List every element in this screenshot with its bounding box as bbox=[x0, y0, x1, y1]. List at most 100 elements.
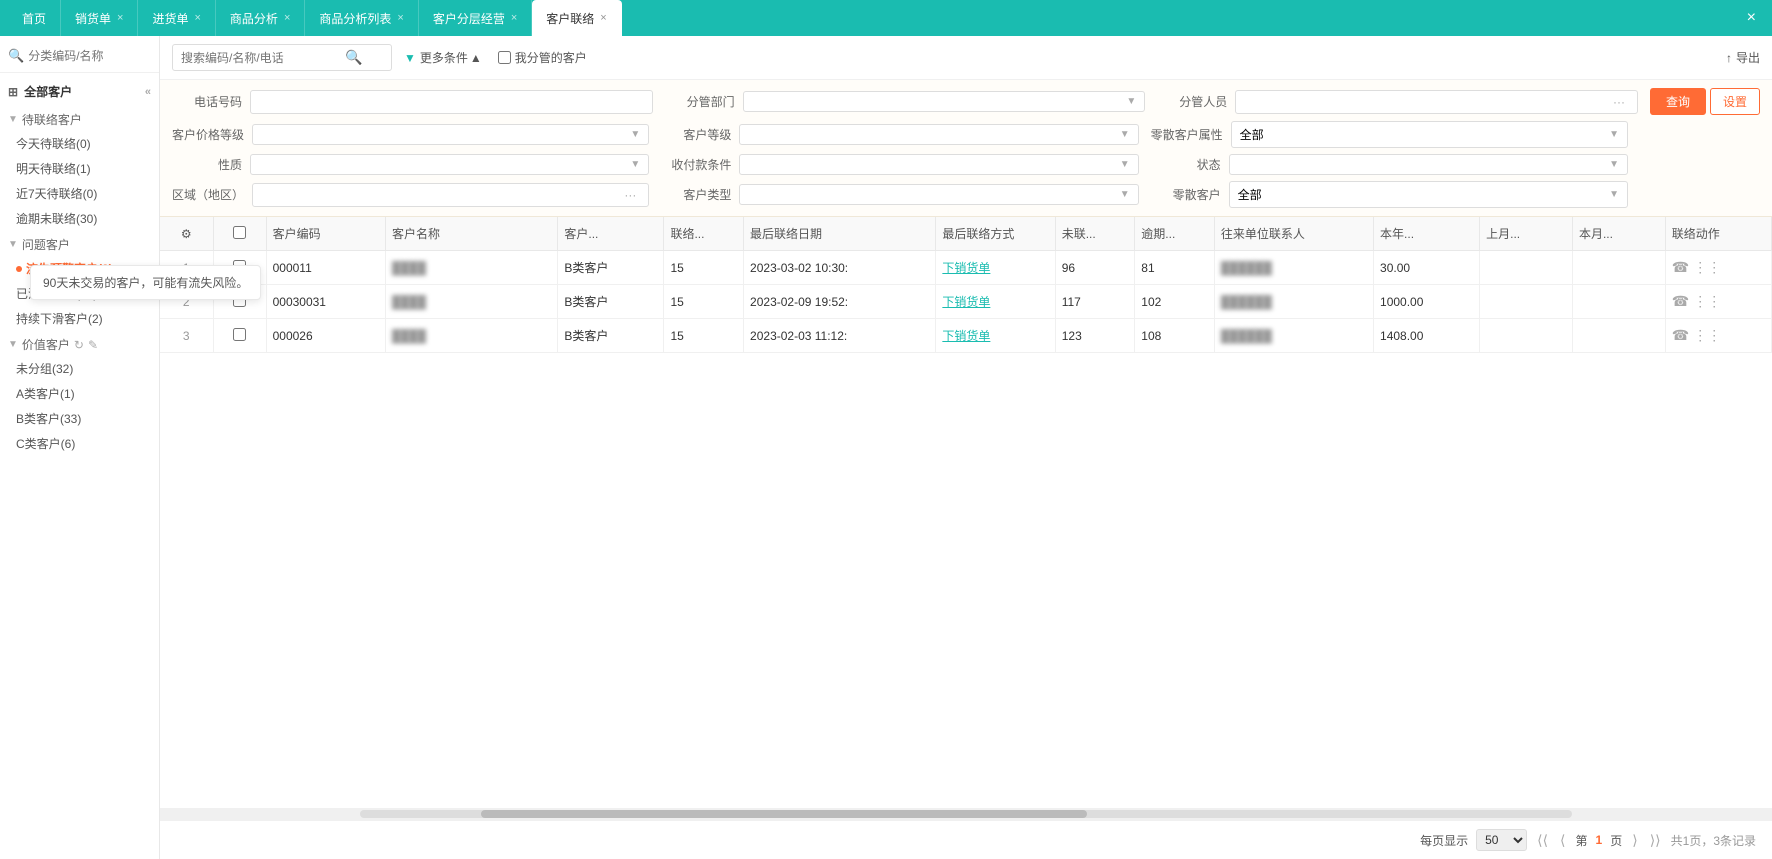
settings-button[interactable]: 设置 bbox=[1710, 88, 1760, 115]
pagination-next[interactable]: ⟩ bbox=[1630, 832, 1639, 849]
th-uncontact: 未联... bbox=[1055, 217, 1135, 251]
sidebar-item-today[interactable]: 今天待联络(0) bbox=[0, 131, 159, 156]
th-method: 最后联络方式 bbox=[936, 217, 1055, 251]
region-select[interactable]: ··· bbox=[252, 183, 649, 207]
tab-sales[interactable]: 销货单 × bbox=[61, 0, 138, 36]
sidebar-item-tomorrow[interactable]: 明天待联络(1) bbox=[0, 156, 159, 181]
scroll-thumb[interactable] bbox=[481, 810, 1087, 818]
tab-close-analysis[interactable]: × bbox=[284, 12, 290, 24]
cell-action: ☎ ⋮⋮ bbox=[1665, 285, 1771, 319]
advanced-filter: 电话号码 分管部门 ▼ 分管人员 ··· bbox=[160, 80, 1772, 217]
tab-customer-layer[interactable]: 客户分层经营 × bbox=[419, 0, 532, 36]
zero-customer-chevron-icon: ▼ bbox=[1609, 189, 1619, 200]
sidebar-item-class-c[interactable]: C类客户(6) bbox=[0, 431, 159, 456]
value-edit-icon[interactable]: ✎ bbox=[88, 338, 98, 352]
sidebar-item-7days[interactable]: 近7天待联络(0) bbox=[0, 181, 159, 206]
sidebar-item-class-b[interactable]: B类客户(33) bbox=[0, 406, 159, 431]
action-contact-icon[interactable]: ☎ bbox=[1672, 327, 1689, 344]
horizontal-scrollbar[interactable] bbox=[160, 808, 1772, 820]
cell-overdue: 108 bbox=[1135, 319, 1215, 353]
cell-name: ████ bbox=[385, 285, 557, 319]
payment-select[interactable]: ▼ bbox=[739, 154, 1138, 175]
pagination-next-last[interactable]: ⟩⟩ bbox=[1648, 832, 1663, 849]
tab-close-customer-contact[interactable]: × bbox=[600, 12, 606, 24]
cell-name: ████ bbox=[385, 251, 557, 285]
export-icon: ↑ bbox=[1726, 51, 1732, 65]
th-settings[interactable]: ⚙ bbox=[160, 217, 213, 251]
sidebar-item-declining[interactable]: 持续下滑客户(2) bbox=[0, 306, 159, 331]
action-contact-icon[interactable]: ☎ bbox=[1672, 259, 1689, 276]
my-customers-filter[interactable]: 我分管的客户 bbox=[498, 49, 587, 66]
tab-purchase[interactable]: 进货单 × bbox=[138, 0, 215, 36]
cell-method[interactable]: 下销货单 bbox=[936, 285, 1055, 319]
th-thismonth: 本月... bbox=[1572, 217, 1665, 251]
pagination-prev[interactable]: ⟨ bbox=[1558, 832, 1567, 849]
filter-region: 区域（地区） ··· bbox=[172, 183, 649, 207]
cell-uncontact: 117 bbox=[1055, 285, 1135, 319]
sidebar-item-class-a[interactable]: A类客户(1) bbox=[0, 381, 159, 406]
customer-level-select[interactable]: ▼ bbox=[739, 124, 1138, 145]
search-input[interactable] bbox=[181, 51, 341, 65]
customer-type-select[interactable]: ▼ bbox=[739, 184, 1138, 205]
section-value[interactable]: ▼ 价值客户 ↻ ✎ bbox=[0, 331, 159, 356]
tab-customer-contact[interactable]: 客户联络 × bbox=[532, 0, 621, 36]
filter-icon: ▼ bbox=[404, 51, 416, 65]
section-problem[interactable]: ▼ 问题客户 bbox=[0, 231, 159, 256]
pagination-prev-first[interactable]: ⟨⟨ bbox=[1535, 832, 1550, 849]
cell-code: 000026 bbox=[266, 319, 385, 353]
more-conditions-button[interactable]: ▼ 更多条件 ▲ bbox=[404, 49, 482, 66]
window-close-button[interactable]: × bbox=[1739, 5, 1764, 31]
tab-close-analysis-list[interactable]: × bbox=[397, 12, 403, 24]
search-button[interactable]: 🔍 bbox=[345, 49, 362, 66]
cell-overdue: 102 bbox=[1135, 285, 1215, 319]
cell-checkbox[interactable] bbox=[213, 319, 266, 353]
person-select[interactable]: ··· bbox=[1235, 90, 1638, 114]
sidebar-search-icon: 🔍 bbox=[8, 48, 24, 64]
zero-customer-select[interactable]: 全部 ▼ bbox=[1229, 181, 1628, 208]
action-more-icon[interactable]: ⋮⋮ bbox=[1693, 327, 1721, 344]
per-page-select[interactable]: 50 100 200 bbox=[1476, 829, 1527, 851]
section-pending[interactable]: ▼ 待联络客户 bbox=[0, 106, 159, 131]
action-more-icon[interactable]: ⋮⋮ bbox=[1693, 259, 1721, 276]
filter-phone: 电话号码 bbox=[172, 90, 653, 114]
tab-close-customer-layer[interactable]: × bbox=[511, 12, 517, 24]
tab-home[interactable]: 首页 bbox=[8, 0, 61, 36]
tab-close-purchase[interactable]: × bbox=[194, 12, 200, 24]
price-level-select[interactable]: ▼ bbox=[252, 124, 649, 145]
region-dots[interactable]: ··· bbox=[620, 188, 640, 202]
table-settings-icon[interactable]: ⚙ bbox=[181, 227, 192, 241]
zero-attr-select[interactable]: 全部 ▼ bbox=[1231, 121, 1628, 148]
cell-method[interactable]: 下销货单 bbox=[936, 251, 1055, 285]
th-overdue: 逾期... bbox=[1135, 217, 1215, 251]
export-button[interactable]: ↑ 导出 bbox=[1726, 49, 1760, 66]
phone-input[interactable] bbox=[250, 90, 653, 114]
churn-tooltip: 90天未交易的客户，可能有流失风险。 bbox=[30, 265, 261, 300]
tab-close-sales[interactable]: × bbox=[117, 12, 123, 24]
nature-select[interactable]: ▼ bbox=[250, 154, 649, 175]
person-dots[interactable]: ··· bbox=[1609, 95, 1629, 109]
value-refresh-icon[interactable]: ↻ bbox=[74, 338, 84, 352]
action-more-icon[interactable]: ⋮⋮ bbox=[1693, 293, 1721, 310]
customer-level-chevron-icon: ▼ bbox=[1120, 129, 1130, 140]
scroll-track bbox=[360, 810, 1572, 818]
select-all-checkbox[interactable] bbox=[233, 226, 246, 239]
action-contact-icon[interactable]: ☎ bbox=[1672, 293, 1689, 310]
my-customers-checkbox[interactable] bbox=[498, 51, 511, 64]
th-checkbox[interactable] bbox=[213, 217, 266, 251]
th-name: 客户名称 bbox=[385, 217, 557, 251]
cell-liaison: ██████ bbox=[1214, 285, 1373, 319]
status-select[interactable]: ▼ bbox=[1229, 154, 1628, 175]
sidebar-item-overdue[interactable]: 逾期未联络(30) bbox=[0, 206, 159, 231]
cell-thisyear: 1408.00 bbox=[1374, 319, 1480, 353]
filter-row-1: 电话号码 分管部门 ▼ 分管人员 ··· bbox=[172, 88, 1760, 115]
tab-analysis-list[interactable]: 商品分析列表 × bbox=[305, 0, 418, 36]
table-row: 1 000011 ████ B类客户 15 2023-03-02 10:30: … bbox=[160, 251, 1772, 285]
query-button[interactable]: 查询 bbox=[1650, 88, 1706, 115]
cell-method[interactable]: 下销货单 bbox=[936, 319, 1055, 353]
sidebar-item-ungrouped[interactable]: 未分组(32) bbox=[0, 356, 159, 381]
sidebar-search-input[interactable] bbox=[28, 49, 151, 63]
cell-thismonth bbox=[1572, 319, 1665, 353]
tab-analysis[interactable]: 商品分析 × bbox=[216, 0, 305, 36]
dept-select[interactable]: ▼ bbox=[743, 91, 1146, 112]
sidebar-all-customers[interactable]: ⊞ 全部客户 « bbox=[0, 77, 159, 106]
